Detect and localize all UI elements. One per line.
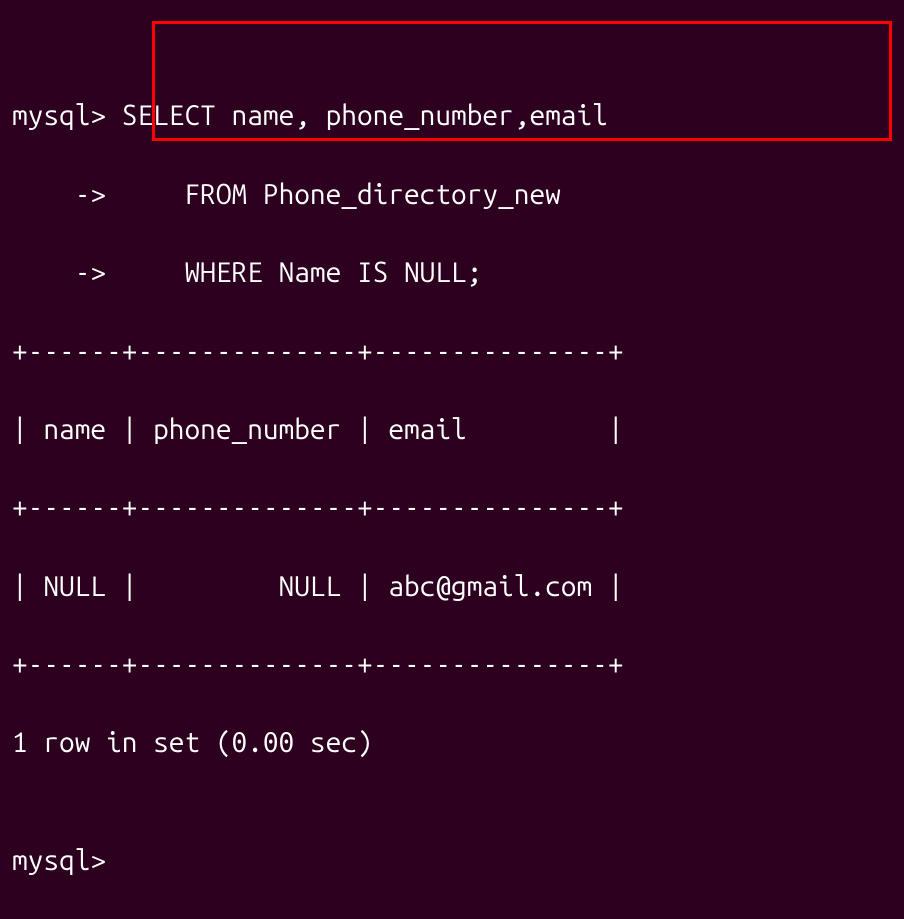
sql-select: SELECT name, phone_number,email bbox=[122, 100, 608, 131]
query-line-1: mysql> SELECT name, phone_number,email bbox=[12, 96, 892, 135]
mysql-prompt: mysql> bbox=[12, 845, 122, 876]
table-border-bottom: +------+--------------+---------------+ bbox=[12, 645, 892, 684]
table-header-row: | name | phone_number | email | bbox=[12, 410, 892, 449]
continuation-prompt: -> bbox=[12, 257, 122, 288]
sql-where: WHERE Name IS NULL; bbox=[122, 257, 483, 288]
mysql-prompt-ready[interactable]: mysql> bbox=[12, 841, 892, 880]
terminal-output: mysql> SELECT name, phone_number,email -… bbox=[12, 18, 892, 919]
query-line-3: -> WHERE Name IS NULL; bbox=[12, 253, 892, 292]
continuation-prompt: -> bbox=[12, 179, 122, 210]
mysql-prompt: mysql> bbox=[12, 100, 122, 131]
query-line-2: -> FROM Phone_directory_new bbox=[12, 175, 892, 214]
result-message: 1 row in set (0.00 sec) bbox=[12, 723, 892, 762]
table-row: | NULL | NULL | abc@gmail.com | bbox=[12, 567, 892, 606]
table-border-mid: +------+--------------+---------------+ bbox=[12, 488, 892, 527]
table-border-top: +------+--------------+---------------+ bbox=[12, 332, 892, 371]
sql-from: FROM Phone_directory_new bbox=[122, 179, 561, 210]
